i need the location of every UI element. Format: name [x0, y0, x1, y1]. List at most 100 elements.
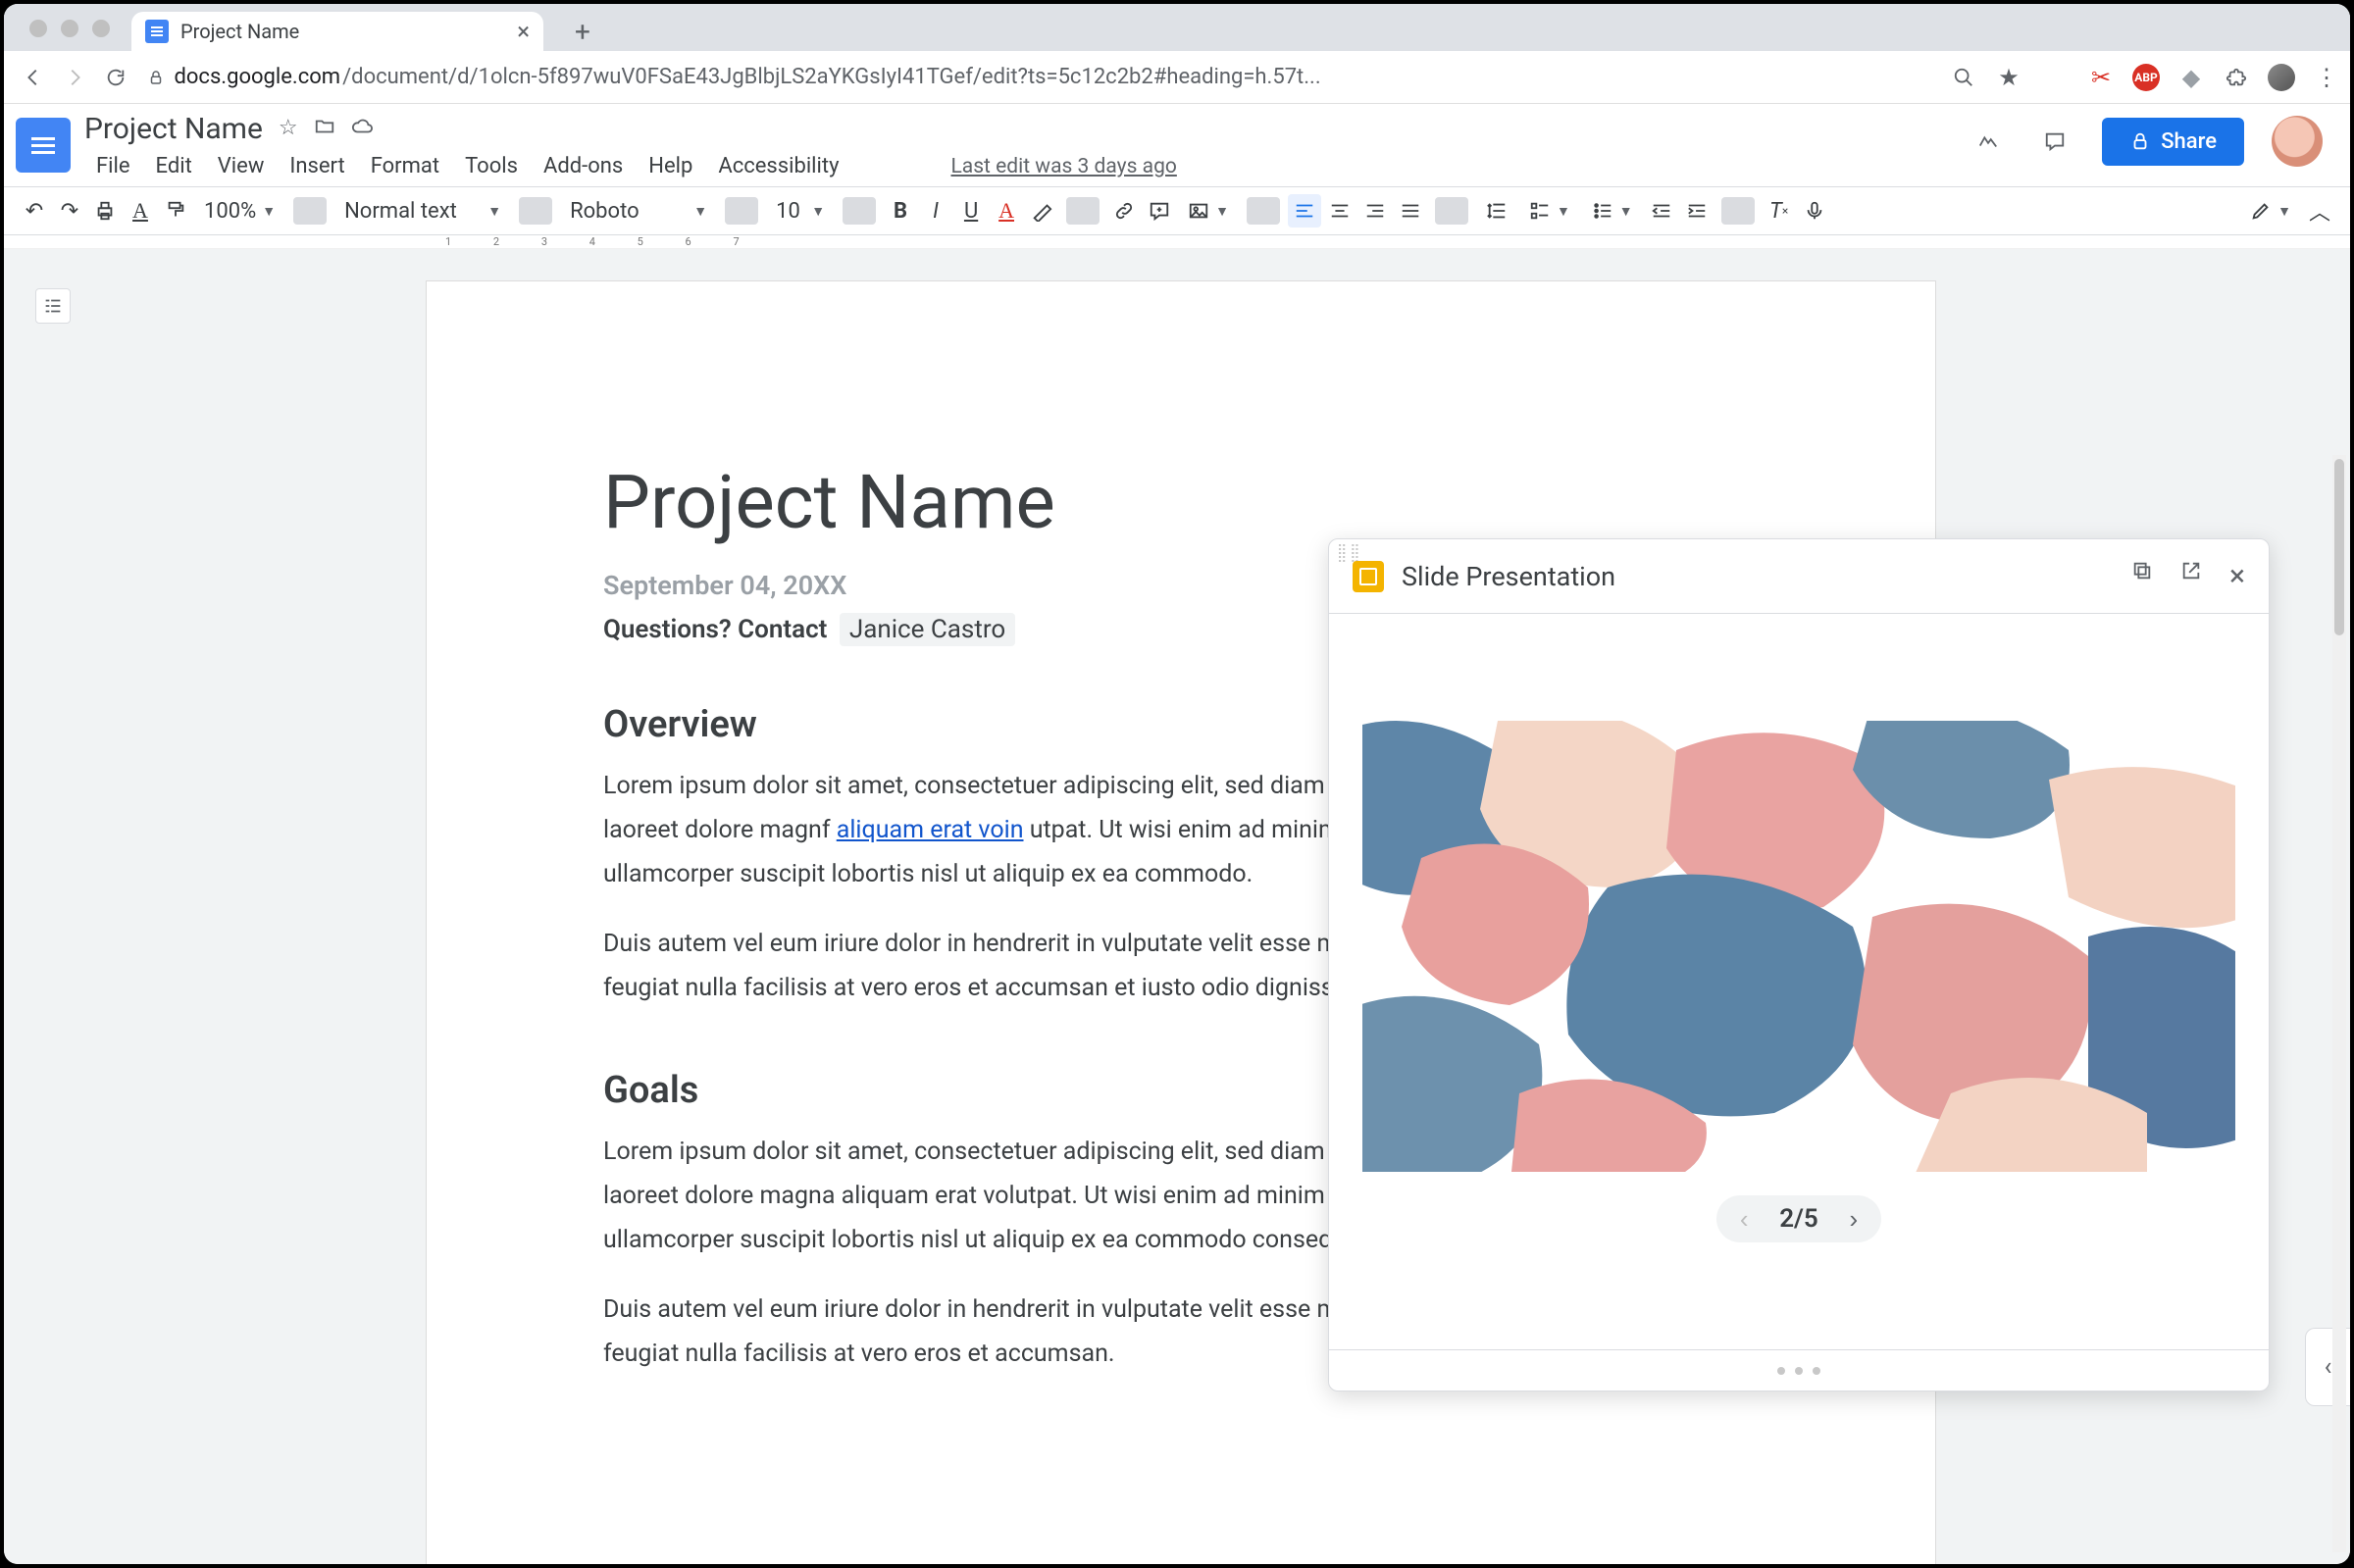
browser-tabstrip: Project Name × + [4, 4, 2350, 51]
contact-name-chip[interactable]: Janice Castro [840, 613, 1015, 646]
vertical-scrollbar[interactable] [2332, 455, 2346, 1552]
panel-copy-icon[interactable] [2131, 559, 2153, 593]
lock-icon [2129, 130, 2151, 152]
traffic-minimize[interactable] [61, 20, 78, 37]
extension-drive-icon[interactable]: ◆ [2177, 64, 2205, 91]
address-bar[interactable]: docs.google.com/document/d/1olcn-5f897wu… [137, 65, 1928, 89]
align-left-button[interactable] [1288, 194, 1321, 228]
editing-mode-button[interactable]: ▼ [2240, 194, 2301, 228]
lock-icon [147, 69, 165, 86]
doc-title[interactable]: Project Name [84, 112, 263, 146]
menu-view[interactable]: View [206, 146, 277, 186]
voice-typing-button[interactable] [1798, 194, 1831, 228]
doc-heading-title: Project Name [603, 458, 1759, 546]
font-family-select[interactable]: Roboto▼ [560, 194, 717, 228]
bookmark-star-icon[interactable]: ★ [1995, 64, 2022, 91]
extension-scissors-icon[interactable]: ✂ [2087, 64, 2115, 91]
insert-link-button[interactable] [1107, 194, 1141, 228]
highlight-button[interactable] [1025, 194, 1058, 228]
print-button[interactable] [88, 194, 122, 228]
zoom-icon[interactable] [1950, 64, 1977, 91]
nav-back-button[interactable] [14, 58, 53, 97]
slide-page-indicator: 2/5 [1771, 1204, 1826, 1234]
nav-forward-button [55, 58, 94, 97]
clear-formatting-button[interactable]: T× [1763, 194, 1796, 228]
redo-button[interactable]: ↷ [53, 194, 86, 228]
url-path: /document/d/1olcn-5f897wuV0FSaE43JgBlbjL… [342, 65, 1321, 89]
nav-reload-button[interactable] [96, 58, 135, 97]
slide-next-button[interactable]: › [1826, 1195, 1881, 1242]
menu-help[interactable]: Help [637, 146, 704, 186]
slides-app-icon [1353, 561, 1384, 592]
browser-tab-active[interactable]: Project Name × [131, 12, 543, 51]
align-justify-button[interactable] [1394, 194, 1427, 228]
scrollbar-thumb[interactable] [2334, 459, 2344, 635]
new-tab-button[interactable]: + [567, 16, 598, 47]
cloud-status-icon[interactable] [351, 116, 373, 143]
tab-close-icon[interactable]: × [517, 18, 530, 45]
panel-resize-dots-icon[interactable] [1329, 1349, 2269, 1391]
panel-title: Slide Presentation [1402, 561, 1615, 592]
line-spacing-button[interactable] [1476, 194, 1517, 228]
insert-comment-button[interactable] [1143, 194, 1176, 228]
extensions-puzzle-icon[interactable] [2223, 64, 2250, 91]
move-folder-icon[interactable] [314, 116, 335, 143]
bold-button[interactable]: B [884, 194, 917, 228]
undo-button[interactable]: ↶ [18, 194, 51, 228]
window-controls[interactable] [29, 20, 110, 37]
menu-tools[interactable]: Tools [453, 146, 530, 186]
menu-file[interactable]: File [84, 146, 142, 186]
menu-edit[interactable]: Edit [144, 146, 204, 186]
insert-image-button[interactable]: ▼ [1178, 194, 1239, 228]
menu-format[interactable]: Format [359, 146, 451, 186]
url-host: docs.google.com [174, 65, 340, 89]
panel-close-icon[interactable]: × [2229, 559, 2245, 593]
indent-increase-button[interactable] [1680, 194, 1714, 228]
checklist-button[interactable]: ▼ [1519, 194, 1580, 228]
traffic-close[interactable] [29, 20, 47, 37]
profile-avatar-icon[interactable] [2268, 64, 2295, 91]
align-right-button[interactable] [1358, 194, 1392, 228]
underline-button[interactable]: U [954, 194, 988, 228]
align-center-button[interactable] [1323, 194, 1356, 228]
docs-app-icon[interactable] [16, 118, 71, 173]
body-link[interactable]: aliquam erat voin [837, 816, 1024, 844]
browser-toolbar: docs.google.com/document/d/1olcn-5f897wu… [4, 51, 2350, 104]
slide-thumbnail[interactable] [1362, 721, 2235, 1172]
paint-format-button[interactable] [159, 194, 192, 228]
font-size-select[interactable]: 10▼ [766, 194, 835, 228]
indent-decrease-button[interactable] [1645, 194, 1678, 228]
traffic-zoom[interactable] [92, 20, 110, 37]
paragraph-style-select[interactable]: Normal text▼ [334, 194, 511, 228]
last-edit-link[interactable]: Last edit was 3 days ago [950, 155, 1176, 178]
menu-insert[interactable]: Insert [278, 146, 356, 186]
docs-toolbar: ↶ ↷ A 100%▼ Normal text▼ Roboto▼ 10▼ B I… [4, 186, 2350, 235]
panel-open-external-icon[interactable] [2180, 559, 2202, 593]
tab-title: Project Name [180, 20, 299, 43]
slide-prev-button: ‹ [1716, 1195, 1771, 1242]
chrome-overflow-icon[interactable]: ⋮ [2313, 64, 2340, 91]
docs-header: Project Name ☆ File Edit View Insert For… [4, 104, 2350, 186]
text-color-button[interactable]: A [990, 194, 1023, 228]
share-button[interactable]: Share [2102, 118, 2244, 166]
comments-icon[interactable] [2035, 122, 2074, 161]
docs-favicon-icon [145, 20, 169, 43]
horizontal-ruler[interactable]: 1 2 3 4 5 6 7 [4, 235, 2350, 249]
zoom-select[interactable]: 100%▼ [194, 194, 285, 228]
activity-icon[interactable] [1969, 122, 2008, 161]
slide-preview-panel[interactable]: ⠿⠿⠿⠿ Slide Presentation × [1328, 538, 2270, 1391]
outline-toggle-button[interactable] [35, 288, 71, 324]
menu-addons[interactable]: Add-ons [532, 146, 635, 186]
slide-pager: ‹ 2/5 › [1716, 1195, 1881, 1242]
bulleted-list-button[interactable]: ▼ [1582, 194, 1643, 228]
document-canvas: Project Name September 04, 20XX Question… [4, 249, 2350, 1564]
extension-abp-icon[interactable]: ABP [2132, 64, 2160, 91]
account-avatar[interactable] [2272, 116, 2323, 167]
panel-header[interactable]: ⠿⠿⠿⠿ Slide Presentation × [1329, 539, 2269, 614]
menu-accessibility[interactable]: Accessibility [706, 146, 850, 186]
star-icon[interactable]: ☆ [279, 116, 298, 143]
spellcheck-button[interactable]: A [124, 194, 157, 228]
contact-label: Questions? Contact [603, 615, 827, 644]
italic-button[interactable]: I [919, 194, 952, 228]
collapse-toolbar-button[interactable]: ︿ [2303, 194, 2336, 228]
